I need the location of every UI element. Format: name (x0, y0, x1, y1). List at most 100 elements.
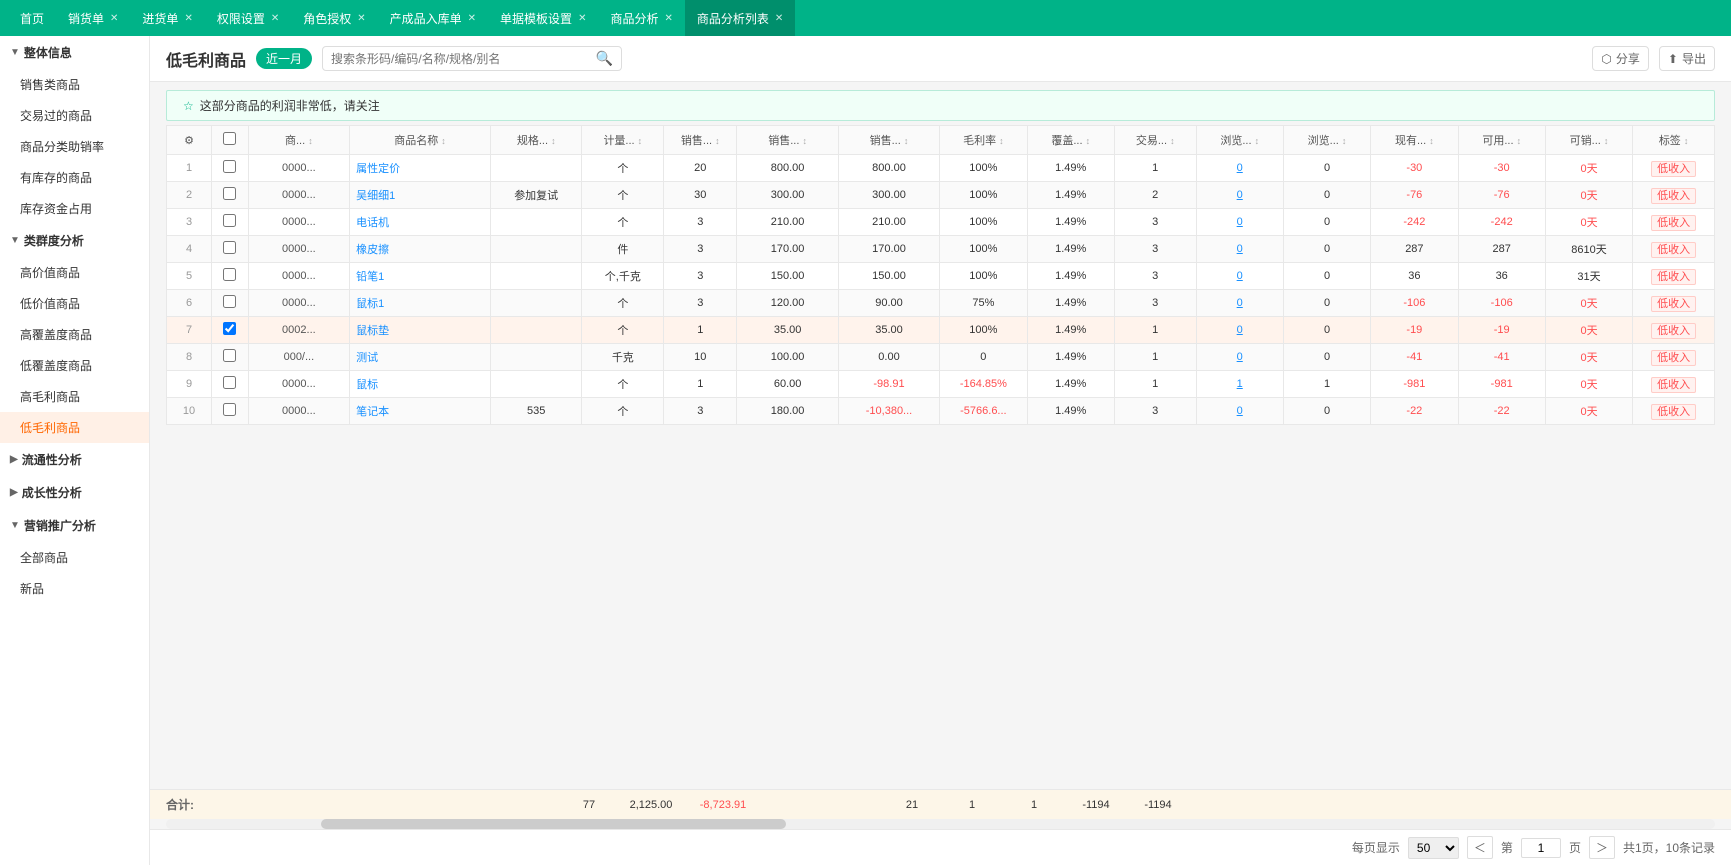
nav-home[interactable]: 首页 (8, 0, 56, 36)
sidebar-group-circulation[interactable]: ▶ 流通性分析 (0, 443, 149, 476)
col-check-header[interactable] (212, 126, 249, 155)
footer-gross (759, 803, 821, 807)
col-spec-header[interactable]: 规格... ↕ (490, 126, 582, 155)
row-name[interactable]: 鼠标1 (350, 290, 491, 317)
sidebar-item-all-products[interactable]: 全部商品 (0, 542, 149, 573)
search-icon[interactable]: 🔍 (596, 50, 613, 67)
row-browse1[interactable]: 0 (1196, 344, 1283, 371)
close-icon[interactable]: ✕ (578, 13, 586, 24)
row-browse1[interactable]: 0 (1196, 182, 1283, 209)
nav-purchase-order[interactable]: 进货单 ✕ (130, 0, 204, 36)
col-stock-header[interactable]: 现有... ↕ (1371, 126, 1458, 155)
row-avail: -106 (1458, 290, 1545, 317)
row-browse1[interactable]: 1 (1196, 371, 1283, 398)
col-sale-qty-header[interactable]: 销售... ↕ (664, 126, 737, 155)
row-name[interactable]: 电话机 (350, 209, 491, 236)
sidebar-item-high-coverage[interactable]: 高覆盖度商品 (0, 319, 149, 350)
sidebar-item-traded-products[interactable]: 交易过的商品 (0, 100, 149, 131)
nav-permissions[interactable]: 权限设置 ✕ (205, 0, 291, 36)
row-check[interactable] (212, 155, 249, 182)
col-settings-header[interactable]: ⚙ (167, 126, 212, 155)
col-browse1-header[interactable]: 浏览... ↕ (1196, 126, 1283, 155)
row-browse1[interactable]: 0 (1196, 290, 1283, 317)
row-browse1[interactable]: 0 (1196, 263, 1283, 290)
col-coverage-header[interactable]: 覆盖... ↕ (1027, 126, 1114, 155)
nav-role-auth[interactable]: 角色授权 ✕ (291, 0, 377, 36)
row-check[interactable] (212, 209, 249, 236)
close-icon[interactable]: ✕ (184, 13, 192, 24)
search-input[interactable] (331, 52, 596, 66)
row-browse1[interactable]: 0 (1196, 155, 1283, 182)
row-tx-count: 3 (1114, 263, 1196, 290)
close-icon[interactable]: ✕ (110, 13, 118, 24)
col-sale-amount-header[interactable]: 销售... ↕ (838, 126, 939, 155)
col-tag-header[interactable]: 标签 ↕ (1633, 126, 1715, 155)
row-name[interactable]: 吴细细1 (350, 182, 491, 209)
row-browse1[interactable]: 0 (1196, 209, 1283, 236)
nav-product-inbound[interactable]: 产成品入库单 ✕ (378, 0, 488, 36)
sidebar-item-sales-products[interactable]: 销售类商品 (0, 69, 149, 100)
row-check[interactable] (212, 398, 249, 425)
sidebar-item-low-gross[interactable]: 低毛利商品 (0, 412, 149, 443)
row-name[interactable]: 鼠标垫 (350, 317, 491, 344)
col-name-header[interactable]: 商品名称 ↕ (350, 126, 491, 155)
row-check[interactable] (212, 263, 249, 290)
sidebar-item-low-value[interactable]: 低价值商品 (0, 288, 149, 319)
nav-template-settings[interactable]: 单据模板设置 ✕ (488, 0, 598, 36)
sidebar-item-high-value[interactable]: 高价值商品 (0, 257, 149, 288)
row-browse1[interactable]: 0 (1196, 236, 1283, 263)
col-sale-price-header[interactable]: 销售... ↕ (737, 126, 838, 155)
sidebar-item-capital-occupation[interactable]: 库存资金占用 (0, 193, 149, 224)
row-check[interactable] (212, 290, 249, 317)
period-button[interactable]: 近一月 (256, 48, 312, 69)
col-tx-header[interactable]: 交易... ↕ (1114, 126, 1196, 155)
row-name[interactable]: 笔记本 (350, 398, 491, 425)
nav-product-analysis[interactable]: 商品分析 ✕ (598, 0, 684, 36)
close-icon[interactable]: ✕ (357, 13, 365, 24)
scroll-thumb[interactable] (321, 819, 786, 829)
row-name[interactable]: 属性定价 (350, 155, 491, 182)
col-code-header[interactable]: 商... ↕ (248, 126, 349, 155)
nav-sales-order[interactable]: 销货单 ✕ (56, 0, 130, 36)
page-size-select[interactable]: 50 100 200 (1408, 837, 1459, 859)
horizontal-scrollbar[interactable] (166, 819, 1715, 829)
sidebar-item-category-rate[interactable]: 商品分类助销率 (0, 131, 149, 162)
row-name[interactable]: 测试 (350, 344, 491, 371)
share-button[interactable]: ⬡ 分享 (1592, 46, 1649, 71)
row-name[interactable]: 鼠标 (350, 371, 491, 398)
select-all-checkbox[interactable] (223, 132, 236, 145)
row-browse1[interactable]: 0 (1196, 398, 1283, 425)
sidebar-group-overall[interactable]: ▼ 整体信息 (0, 36, 149, 69)
col-gross-header[interactable]: 毛利率 ↕ (940, 126, 1027, 155)
sidebar-item-high-gross[interactable]: 高毛利商品 (0, 381, 149, 412)
nav-product-analysis-list[interactable]: 商品分析列表 ✕ (685, 0, 795, 36)
row-browse1[interactable]: 0 (1196, 317, 1283, 344)
row-check[interactable] (212, 236, 249, 263)
row-check[interactable] (212, 344, 249, 371)
next-page-button[interactable]: ＞ (1589, 836, 1615, 859)
col-browse2-header[interactable]: 浏览... ↕ (1283, 126, 1370, 155)
sidebar-group-marketing[interactable]: ▼ 营销推广分析 (0, 509, 149, 542)
row-check[interactable] (212, 371, 249, 398)
row-check[interactable] (212, 317, 249, 344)
row-check[interactable] (212, 182, 249, 209)
col-unit-header[interactable]: 计量... ↕ (582, 126, 664, 155)
sidebar-item-low-coverage[interactable]: 低覆盖度商品 (0, 350, 149, 381)
close-icon[interactable]: ✕ (775, 13, 783, 24)
export-button[interactable]: ⬆ 导出 (1659, 46, 1715, 71)
col-avail-header[interactable]: 可用... ↕ (1458, 126, 1545, 155)
page-number-input[interactable] (1521, 838, 1561, 858)
row-name[interactable]: 铅笔1 (350, 263, 491, 290)
prev-page-button[interactable]: ＜ (1467, 836, 1493, 859)
close-icon[interactable]: ✕ (664, 13, 672, 24)
row-avail: -19 (1458, 317, 1545, 344)
close-icon[interactable]: ✕ (468, 13, 476, 24)
sidebar-item-new-products[interactable]: 新品 (0, 573, 149, 604)
row-name[interactable]: 橡皮擦 (350, 236, 491, 263)
col-saleable-header[interactable]: 可销... ↕ (1545, 126, 1632, 155)
sidebar-group-cluster[interactable]: ▼ 类群度分析 (0, 224, 149, 257)
row-saleable: 0天 (1545, 317, 1632, 344)
close-icon[interactable]: ✕ (271, 13, 279, 24)
sidebar-item-stock-products[interactable]: 有库存的商品 (0, 162, 149, 193)
sidebar-group-growth[interactable]: ▶ 成长性分析 (0, 476, 149, 509)
